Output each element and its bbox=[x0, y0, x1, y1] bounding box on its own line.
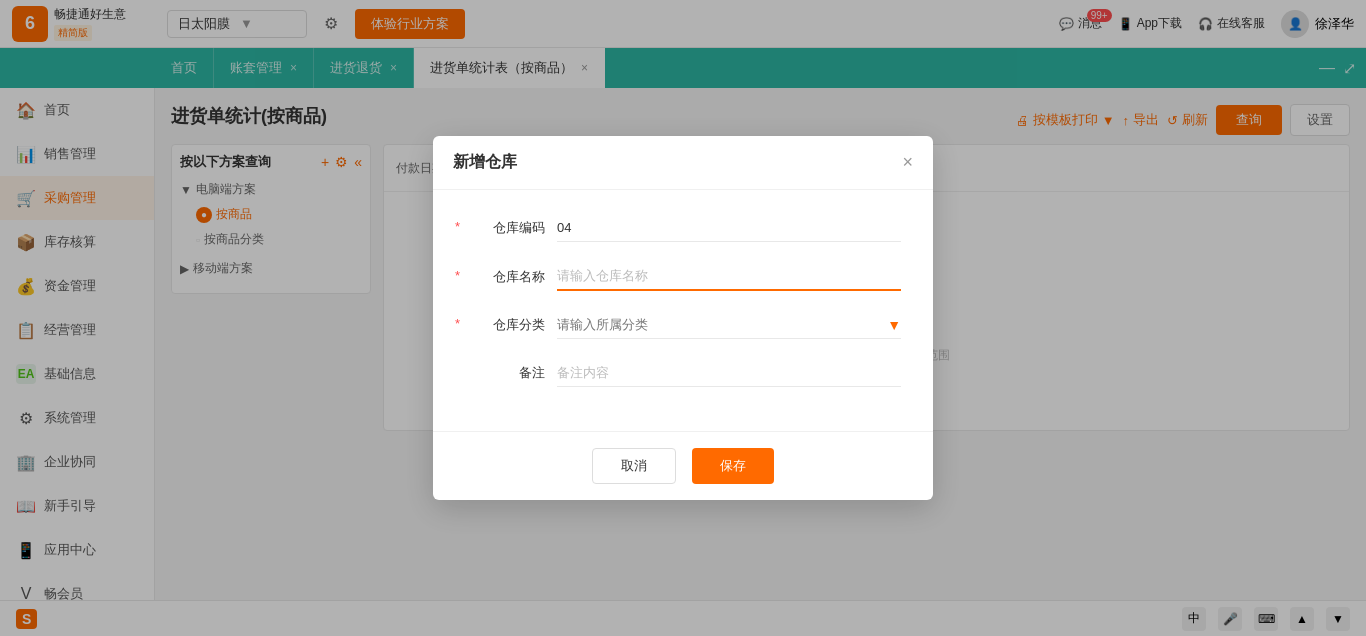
modal-body: 仓库编码 仓库名称 仓库分类 ▼ 备注 bbox=[433, 190, 933, 431]
modal-close-icon[interactable]: × bbox=[902, 152, 913, 173]
remark-input[interactable] bbox=[557, 359, 901, 387]
category-input[interactable] bbox=[557, 311, 887, 338]
category-dropdown-icon[interactable]: ▼ bbox=[887, 317, 901, 333]
category-select-row: ▼ bbox=[557, 311, 901, 339]
name-label: 仓库名称 bbox=[465, 268, 545, 286]
remark-label: 备注 bbox=[465, 364, 545, 382]
form-row-remark: 备注 bbox=[465, 359, 901, 387]
modal-footer: 取消 保存 bbox=[433, 431, 933, 500]
form-row-name: 仓库名称 bbox=[465, 262, 901, 291]
code-input[interactable] bbox=[557, 214, 901, 242]
modal-header: 新增仓库 × bbox=[433, 136, 933, 190]
save-button[interactable]: 保存 bbox=[692, 448, 774, 484]
cancel-button[interactable]: 取消 bbox=[592, 448, 676, 484]
modal-title: 新增仓库 bbox=[453, 152, 517, 173]
code-label: 仓库编码 bbox=[465, 219, 545, 237]
form-row-category: 仓库分类 ▼ bbox=[465, 311, 901, 339]
category-label: 仓库分类 bbox=[465, 316, 545, 334]
form-row-code: 仓库编码 bbox=[465, 214, 901, 242]
name-input[interactable] bbox=[557, 262, 901, 291]
add-warehouse-modal: 新增仓库 × 仓库编码 仓库名称 仓库分类 ▼ 备注 取消 保存 bbox=[433, 136, 933, 500]
